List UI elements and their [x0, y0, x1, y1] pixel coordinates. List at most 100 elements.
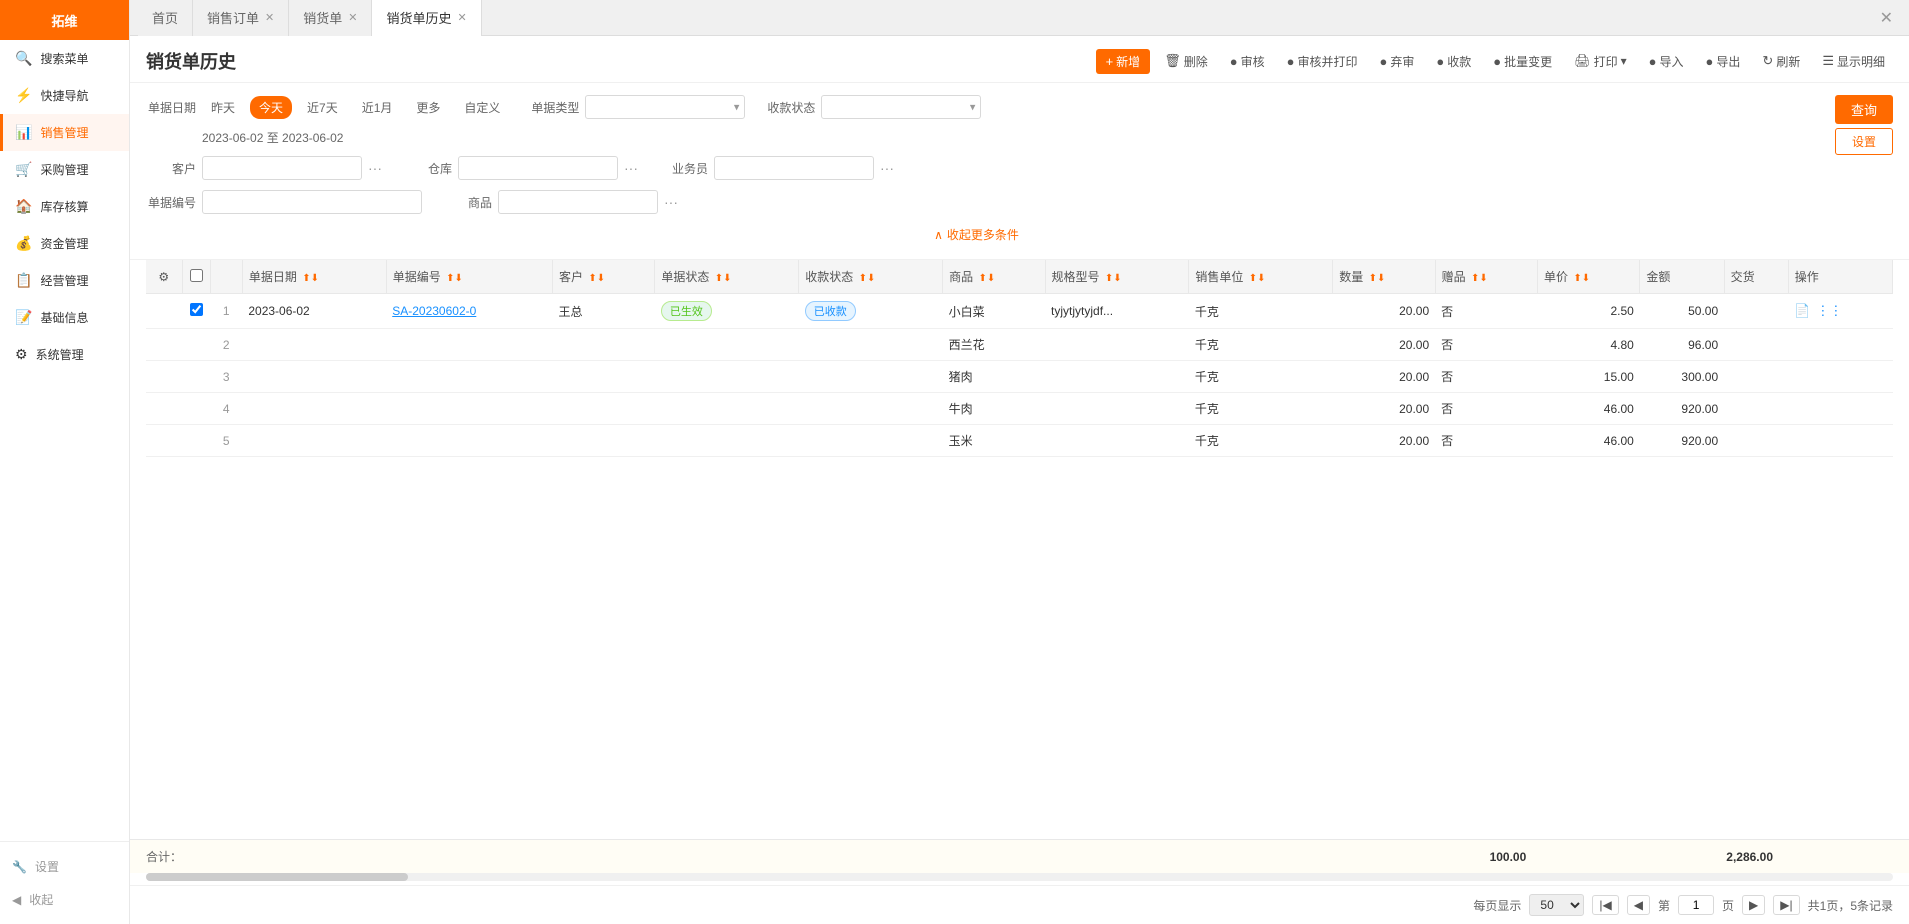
- staff-input[interactable]: [714, 156, 874, 180]
- tab-sales-order[interactable]: 销售订单 ✕: [193, 0, 289, 36]
- col-spec[interactable]: 规格型号 ⬆⬇: [1045, 260, 1189, 294]
- refresh-icon: ↻: [1762, 53, 1773, 69]
- filter-settings-button[interactable]: 设置: [1835, 128, 1893, 155]
- refresh-button[interactable]: ↻ 刷新: [1754, 49, 1808, 74]
- staff-dots[interactable]: ···: [880, 160, 894, 176]
- date-tag-today[interactable]: 今天: [250, 96, 292, 119]
- horizontal-scrollbar[interactable]: [146, 873, 1893, 881]
- collapse-button[interactable]: ∧ 收起更多条件: [146, 222, 1807, 247]
- sidebar-item-purchase[interactable]: 🛒 采购管理: [0, 151, 129, 188]
- last-page-button[interactable]: ▶|: [1773, 895, 1799, 915]
- more-icon[interactable]: ⋮⋮: [1816, 303, 1842, 319]
- date-tag-yesterday[interactable]: 昨天: [202, 96, 244, 119]
- row-checkbox[interactable]: [190, 303, 203, 316]
- filter-doc-no: 单据编号: [146, 190, 422, 214]
- scrollbar-thumb[interactable]: [146, 873, 408, 881]
- col-gear[interactable]: ⚙: [146, 260, 182, 294]
- sidebar-item-system[interactable]: ⚙ 系统管理: [0, 336, 129, 373]
- review-button[interactable]: ● 审核: [1222, 49, 1273, 74]
- customer-label: 客户: [146, 160, 196, 177]
- tab-close-sales-goods[interactable]: ✕: [348, 11, 357, 24]
- sidebar-item-operations[interactable]: 📋 经营管理: [0, 262, 129, 299]
- close-all-tabs[interactable]: ✕: [1872, 8, 1901, 28]
- sidebar-item-label: 经营管理: [40, 272, 88, 289]
- col-qty[interactable]: 数量 ⬆⬇: [1333, 260, 1435, 294]
- import-button[interactable]: ● 导入: [1641, 49, 1692, 74]
- filter-customer: 客户 ···: [146, 156, 382, 180]
- new-button[interactable]: + 新增: [1096, 49, 1151, 74]
- col-doc-no[interactable]: 单据编号 ⬆⬇: [386, 260, 552, 294]
- row-amount: 96.00: [1640, 329, 1724, 361]
- warehouse-dots[interactable]: ···: [624, 160, 638, 176]
- tab-close-sales-order[interactable]: ✕: [265, 11, 274, 24]
- prev-page-button[interactable]: ◀: [1627, 895, 1650, 915]
- filter-goods: 商品 ···: [442, 190, 678, 214]
- row-price: 2.50: [1537, 294, 1639, 329]
- sidebar-item-search-menu[interactable]: 🔍 搜索菜单: [0, 40, 129, 77]
- toolbar: + 新增 🗑 删除 ● 审核 ● 审核并打印 ● 弃审: [1096, 49, 1893, 74]
- review-print-button[interactable]: ● 审核并打印: [1279, 49, 1366, 74]
- first-page-button[interactable]: |◀: [1592, 895, 1618, 915]
- col-date[interactable]: 单据日期 ⬆⬇: [242, 260, 386, 294]
- row-goods: 猪肉: [943, 361, 1045, 393]
- row-customer: [553, 329, 655, 361]
- tab-home[interactable]: 首页: [138, 0, 193, 36]
- show-detail-button[interactable]: ☰ 显示明细: [1814, 49, 1893, 74]
- date-tag-1month[interactable]: 近1月: [353, 96, 402, 119]
- tab-close-history[interactable]: ✕: [458, 11, 467, 24]
- customer-dots[interactable]: ···: [368, 160, 382, 176]
- query-button[interactable]: 查询: [1835, 95, 1893, 124]
- customer-input[interactable]: [202, 156, 362, 180]
- sidebar-item-sales[interactable]: 📊 销售管理: [0, 114, 129, 151]
- col-customer[interactable]: 客户 ⬆⬇: [553, 260, 655, 294]
- col-goods[interactable]: 商品 ⬆⬇: [943, 260, 1045, 294]
- goods-dots[interactable]: ···: [664, 194, 678, 210]
- sidebar-collapse-icon[interactable]: ◀ 收起: [0, 883, 129, 916]
- doc-no-input[interactable]: [202, 190, 422, 214]
- delete-button[interactable]: 🗑 删除: [1156, 49, 1216, 74]
- col-row-num: [210, 260, 242, 294]
- print-button[interactable]: 🖨 打印 ▾: [1566, 49, 1635, 74]
- sidebar-item-quick-nav[interactable]: ⚡ 快捷导航: [0, 77, 129, 114]
- row-trade: [1724, 361, 1788, 393]
- payment-status-select[interactable]: [821, 95, 981, 119]
- export-button[interactable]: ● 导出: [1698, 49, 1749, 74]
- sort-docno-icon: ⬆⬇: [446, 273, 463, 284]
- date-tag-custom[interactable]: 自定义: [455, 96, 509, 119]
- tab-sales-history[interactable]: 销货单历史 ✕: [372, 0, 481, 36]
- per-page-select[interactable]: 50 100 200: [1529, 894, 1584, 916]
- tab-sales-goods[interactable]: 销货单 ✕: [289, 0, 372, 36]
- page-number-input[interactable]: [1678, 895, 1714, 915]
- sort-date-icon: ⬆⬇: [302, 273, 319, 284]
- col-doc-status[interactable]: 单据状态 ⬆⬇: [655, 260, 799, 294]
- doc-no-link[interactable]: SA-20230602-0: [392, 304, 476, 318]
- row-number: 5: [210, 425, 242, 457]
- discard-button[interactable]: ● 弃审: [1371, 49, 1422, 74]
- doc-type-select-wrapper: [585, 95, 745, 119]
- col-payment-status[interactable]: 收款状态 ⬆⬇: [799, 260, 943, 294]
- collect-button[interactable]: ● 收款: [1428, 49, 1479, 74]
- sidebar-item-basic-info[interactable]: 📝 基础信息: [0, 299, 129, 336]
- view-icon[interactable]: 📄: [1794, 303, 1810, 319]
- warehouse-input[interactable]: [458, 156, 618, 180]
- col-unit[interactable]: 销售单位 ⬆⬇: [1189, 260, 1333, 294]
- row-qty: 20.00: [1333, 393, 1435, 425]
- sidebar-settings-icon[interactable]: 🔧 设置: [0, 850, 129, 883]
- select-all-checkbox[interactable]: [190, 269, 203, 282]
- col-price[interactable]: 单价 ⬆⬇: [1537, 260, 1639, 294]
- col-gift[interactable]: 赠品 ⬆⬇: [1435, 260, 1537, 294]
- row-doc-no: [386, 329, 552, 361]
- batch-change-button[interactable]: ● 批量变更: [1485, 49, 1560, 74]
- sidebar-item-finance[interactable]: 💰 资金管理: [0, 225, 129, 262]
- export-icon: ●: [1706, 54, 1714, 69]
- next-page-button[interactable]: ▶: [1742, 895, 1765, 915]
- date-tag-7days[interactable]: 近7天: [298, 96, 347, 119]
- date-tag-more[interactable]: 更多: [407, 96, 449, 119]
- date-tags: 昨天 今天 近7天 近1月 更多 自定义: [202, 96, 509, 119]
- sidebar-item-inventory[interactable]: 🏠 库存核算: [0, 188, 129, 225]
- doc-type-select[interactable]: [585, 95, 745, 119]
- data-table: ⚙ 单据日期 ⬆⬇ 单据编号 ⬆⬇: [146, 260, 1893, 457]
- row-date: 2023-06-02: [242, 294, 386, 329]
- row-date: [242, 361, 386, 393]
- goods-input[interactable]: [498, 190, 658, 214]
